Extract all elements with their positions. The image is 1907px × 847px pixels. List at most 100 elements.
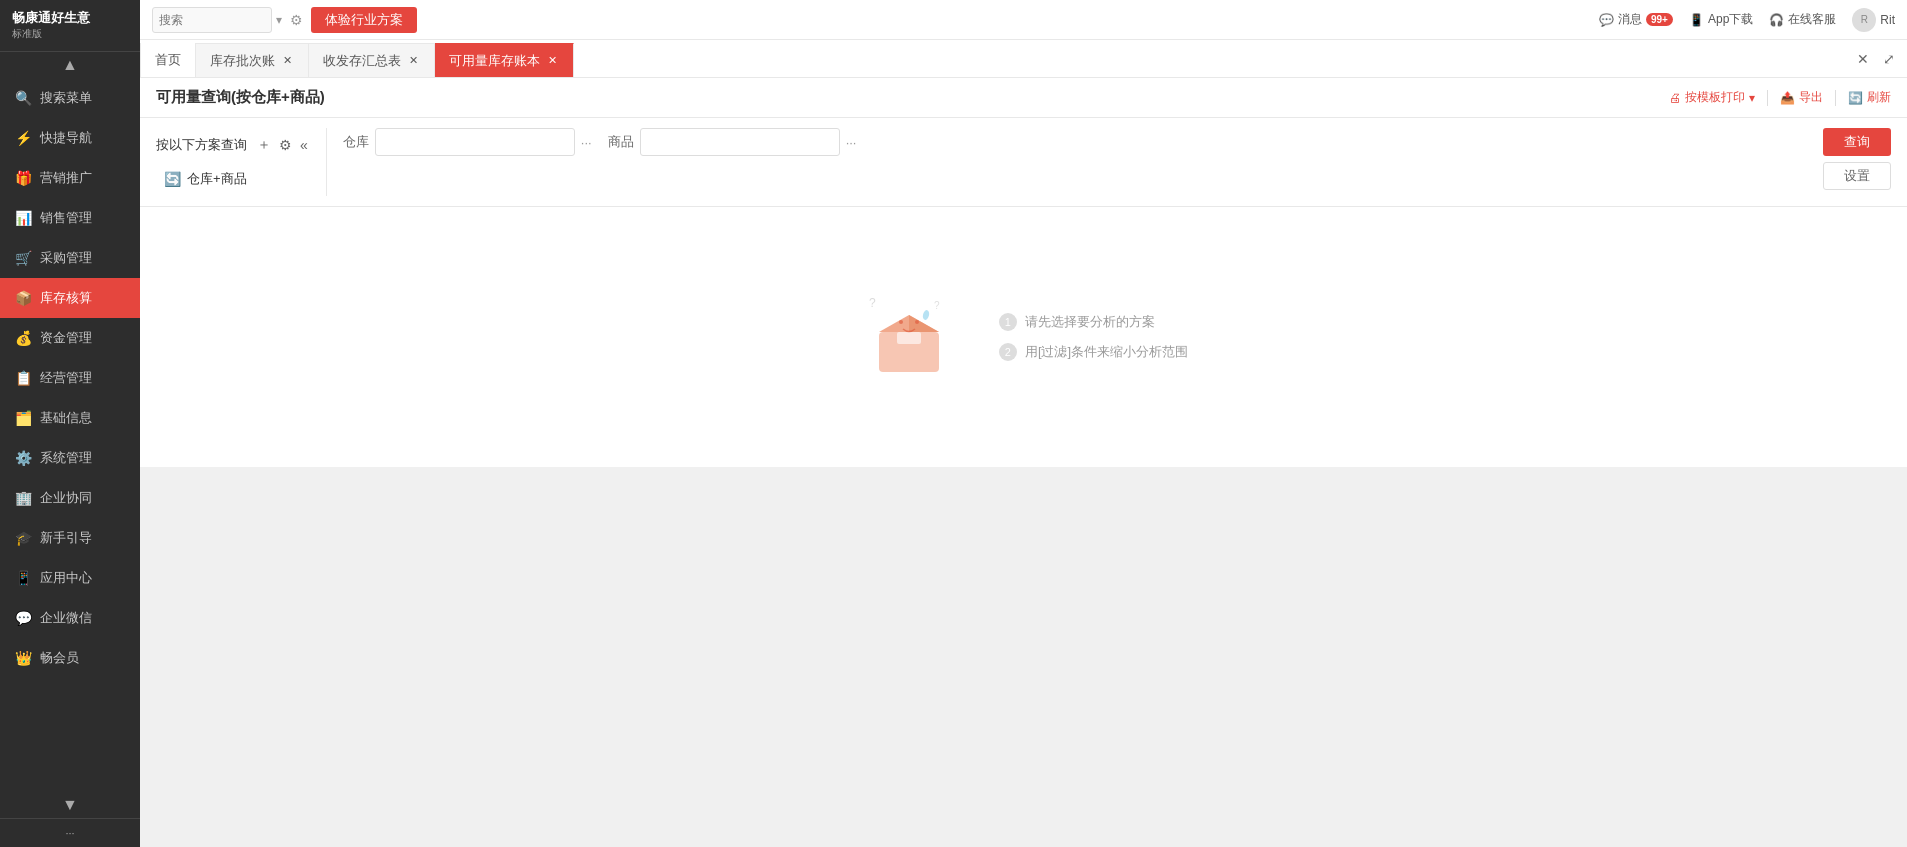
hint-2-text: 用[过滤]条件来缩小分析范围	[1025, 343, 1188, 361]
headset-icon: 🎧	[1769, 13, 1784, 27]
refresh-label: 刷新	[1867, 89, 1891, 106]
warehouse-filter-group: 仓库 ···	[343, 128, 592, 156]
sidebar-item-inventory[interactable]: 📦 库存核算	[0, 278, 140, 318]
message-area[interactable]: 💬 消息 99+	[1599, 11, 1673, 28]
hint-1-text: 请先选择要分析的方案	[1025, 313, 1155, 331]
sidebar-item-label: 营销推广	[40, 169, 92, 187]
sidebar-user-area[interactable]: ···	[0, 818, 140, 847]
tab-home-label: 首页	[155, 51, 181, 69]
sidebar-scroll-up[interactable]: ▲	[0, 52, 140, 78]
sidebar-item-label: 采购管理	[40, 249, 92, 267]
print-dropdown-icon[interactable]: ▾	[1749, 91, 1755, 105]
warehouse-filter-input[interactable]	[375, 128, 575, 156]
product-filter-input[interactable]	[640, 128, 840, 156]
empty-hint-1: 1 请先选择要分析的方案	[999, 313, 1188, 331]
user-area[interactable]: R Rit	[1852, 8, 1895, 32]
query-section: 按以下方案查询 ＋ ⚙ « 🔄 仓库+商品 仓库	[140, 118, 1907, 207]
sidebar-item-purchase[interactable]: 🛒 采购管理	[0, 238, 140, 278]
empty-hint-2: 2 用[过滤]条件来缩小分析范围	[999, 343, 1188, 361]
page-title: 可用量查询(按仓库+商品)	[156, 88, 325, 107]
query-label-actions: ＋ ⚙ «	[255, 134, 310, 156]
step-num-2: 2	[999, 343, 1017, 361]
sidebar-item-shortcut[interactable]: ⚡ 快捷导航	[0, 118, 140, 158]
scheme-item-warehouse-product[interactable]: 🔄 仓库+商品	[156, 166, 310, 192]
tab-available-close[interactable]: ✕	[546, 53, 559, 68]
header-gear-icon[interactable]: ⚙	[290, 12, 303, 28]
sidebar-item-newbie[interactable]: 🎓 新手引导	[0, 518, 140, 558]
filter-row: 仓库 ··· 商品 ···	[343, 128, 1807, 156]
tab-summary-close[interactable]: ✕	[407, 53, 420, 68]
tab-batch-close[interactable]: ✕	[281, 53, 294, 68]
scheme-icon: 🔄	[164, 171, 181, 187]
print-label: 按模板打印	[1685, 89, 1745, 106]
box-icon: 📦	[14, 290, 32, 306]
svg-point-4	[899, 320, 903, 324]
refresh-button[interactable]: 🔄 刷新	[1848, 89, 1891, 106]
tab-available-label: 可用量库存账本	[449, 52, 540, 70]
sidebar-item-finance[interactable]: 💰 资金管理	[0, 318, 140, 358]
product-filter-label: 商品	[608, 133, 634, 151]
warehouse-more-button[interactable]: ···	[581, 135, 592, 150]
tab-batch[interactable]: 库存批次账 ✕	[196, 43, 309, 77]
tab-home[interactable]: 首页	[140, 43, 196, 77]
header-search-input[interactable]	[152, 7, 272, 33]
chat-icon: 💬	[14, 610, 32, 626]
message-badge: 99+	[1646, 13, 1673, 26]
sidebar-item-operations[interactable]: 📋 经营管理	[0, 358, 140, 398]
avatar: R	[1852, 8, 1876, 32]
svg-text:?: ?	[869, 296, 876, 310]
gift-icon: 🎁	[14, 170, 32, 186]
tab-available[interactable]: 可用量库存账本 ✕	[435, 43, 574, 77]
phone-icon: 📱	[1689, 13, 1704, 27]
sidebar-item-label: 库存核算	[40, 289, 92, 307]
sidebar-header: 畅康通好生意 标准版	[0, 0, 140, 52]
folder-icon: 🗂️	[14, 410, 32, 426]
divider2	[1835, 90, 1836, 106]
sidebar-item-enterprise[interactable]: 🏢 企业协同	[0, 478, 140, 518]
empty-state: ? ? 1 请先选择要分析的方案 2 用[过滤]条件来缩小分析范围	[140, 207, 1907, 467]
empty-state-content: ? ? 1 请先选择要分析的方案 2 用[过滤]条件来缩小分析范围	[859, 287, 1188, 387]
sidebar-item-vip[interactable]: 👑 畅会员	[0, 638, 140, 678]
add-scheme-button[interactable]: ＋	[255, 134, 273, 156]
sidebar-item-label: 应用中心	[40, 569, 92, 587]
scheme-panel: 按以下方案查询 ＋ ⚙ « 🔄 仓库+商品	[156, 128, 327, 196]
svg-rect-3	[897, 332, 921, 344]
online-service-area[interactable]: 🎧 在线客服	[1769, 11, 1836, 28]
product-more-button[interactable]: ···	[846, 135, 857, 150]
sidebar-item-appstore[interactable]: 📱 应用中心	[0, 558, 140, 598]
sidebar-item-basic[interactable]: 🗂️ 基础信息	[0, 398, 140, 438]
graduation-icon: 🎓	[14, 530, 32, 546]
settings-button[interactable]: 设置	[1823, 162, 1891, 190]
header-right: 💬 消息 99+ 📱 App下载 🎧 在线客服 R Rit	[1599, 8, 1895, 32]
tab-bar: 首页 库存批次账 ✕ 收发存汇总表 ✕ 可用量库存账本 ✕ ✕ ⤢	[140, 40, 1907, 78]
export-button[interactable]: 📤 导出	[1780, 89, 1823, 106]
app-download-area[interactable]: 📱 App下载	[1689, 11, 1753, 28]
query-label: 按以下方案查询	[156, 136, 247, 154]
sidebar-item-label: 基础信息	[40, 409, 92, 427]
gear-icon: ⚙️	[14, 450, 32, 466]
sidebar-item-wechat[interactable]: 💬 企业微信	[0, 598, 140, 638]
tab-summary[interactable]: 收发存汇总表 ✕	[309, 43, 435, 77]
sidebar-item-system[interactable]: ⚙️ 系统管理	[0, 438, 140, 478]
page-title-bar: 可用量查询(按仓库+商品) 🖨 按模板打印 ▾ 📤 导出 🔄 刷新	[140, 78, 1907, 118]
collapse-scheme-button[interactable]: «	[298, 134, 310, 156]
sidebar-item-label: 经营管理	[40, 369, 92, 387]
empty-illustration: ? ?	[859, 287, 959, 387]
sidebar-scroll-down[interactable]: ▼	[0, 792, 140, 818]
lightning-icon: ⚡	[14, 130, 32, 146]
query-button[interactable]: 查询	[1823, 128, 1891, 156]
sidebar-item-label: 销售管理	[40, 209, 92, 227]
sidebar-item-sales[interactable]: 📊 销售管理	[0, 198, 140, 238]
tab-close-all-button[interactable]: ✕	[1853, 47, 1873, 71]
dropdown-icon[interactable]: ▾	[276, 13, 282, 27]
edit-scheme-button[interactable]: ⚙	[277, 134, 294, 156]
tab-maximize-button[interactable]: ⤢	[1879, 47, 1899, 71]
sidebar-item-search[interactable]: 🔍 搜索菜单	[0, 78, 140, 118]
message-icon: 💬	[1599, 13, 1614, 27]
print-button[interactable]: 🖨 按模板打印 ▾	[1669, 89, 1755, 106]
svg-point-5	[915, 320, 919, 324]
brand-name: 畅康通好生意	[12, 10, 128, 27]
sidebar-item-marketing[interactable]: 🎁 营销推广	[0, 158, 140, 198]
trial-button[interactable]: 体验行业方案	[311, 7, 417, 33]
sidebar-item-label: 快捷导航	[40, 129, 92, 147]
